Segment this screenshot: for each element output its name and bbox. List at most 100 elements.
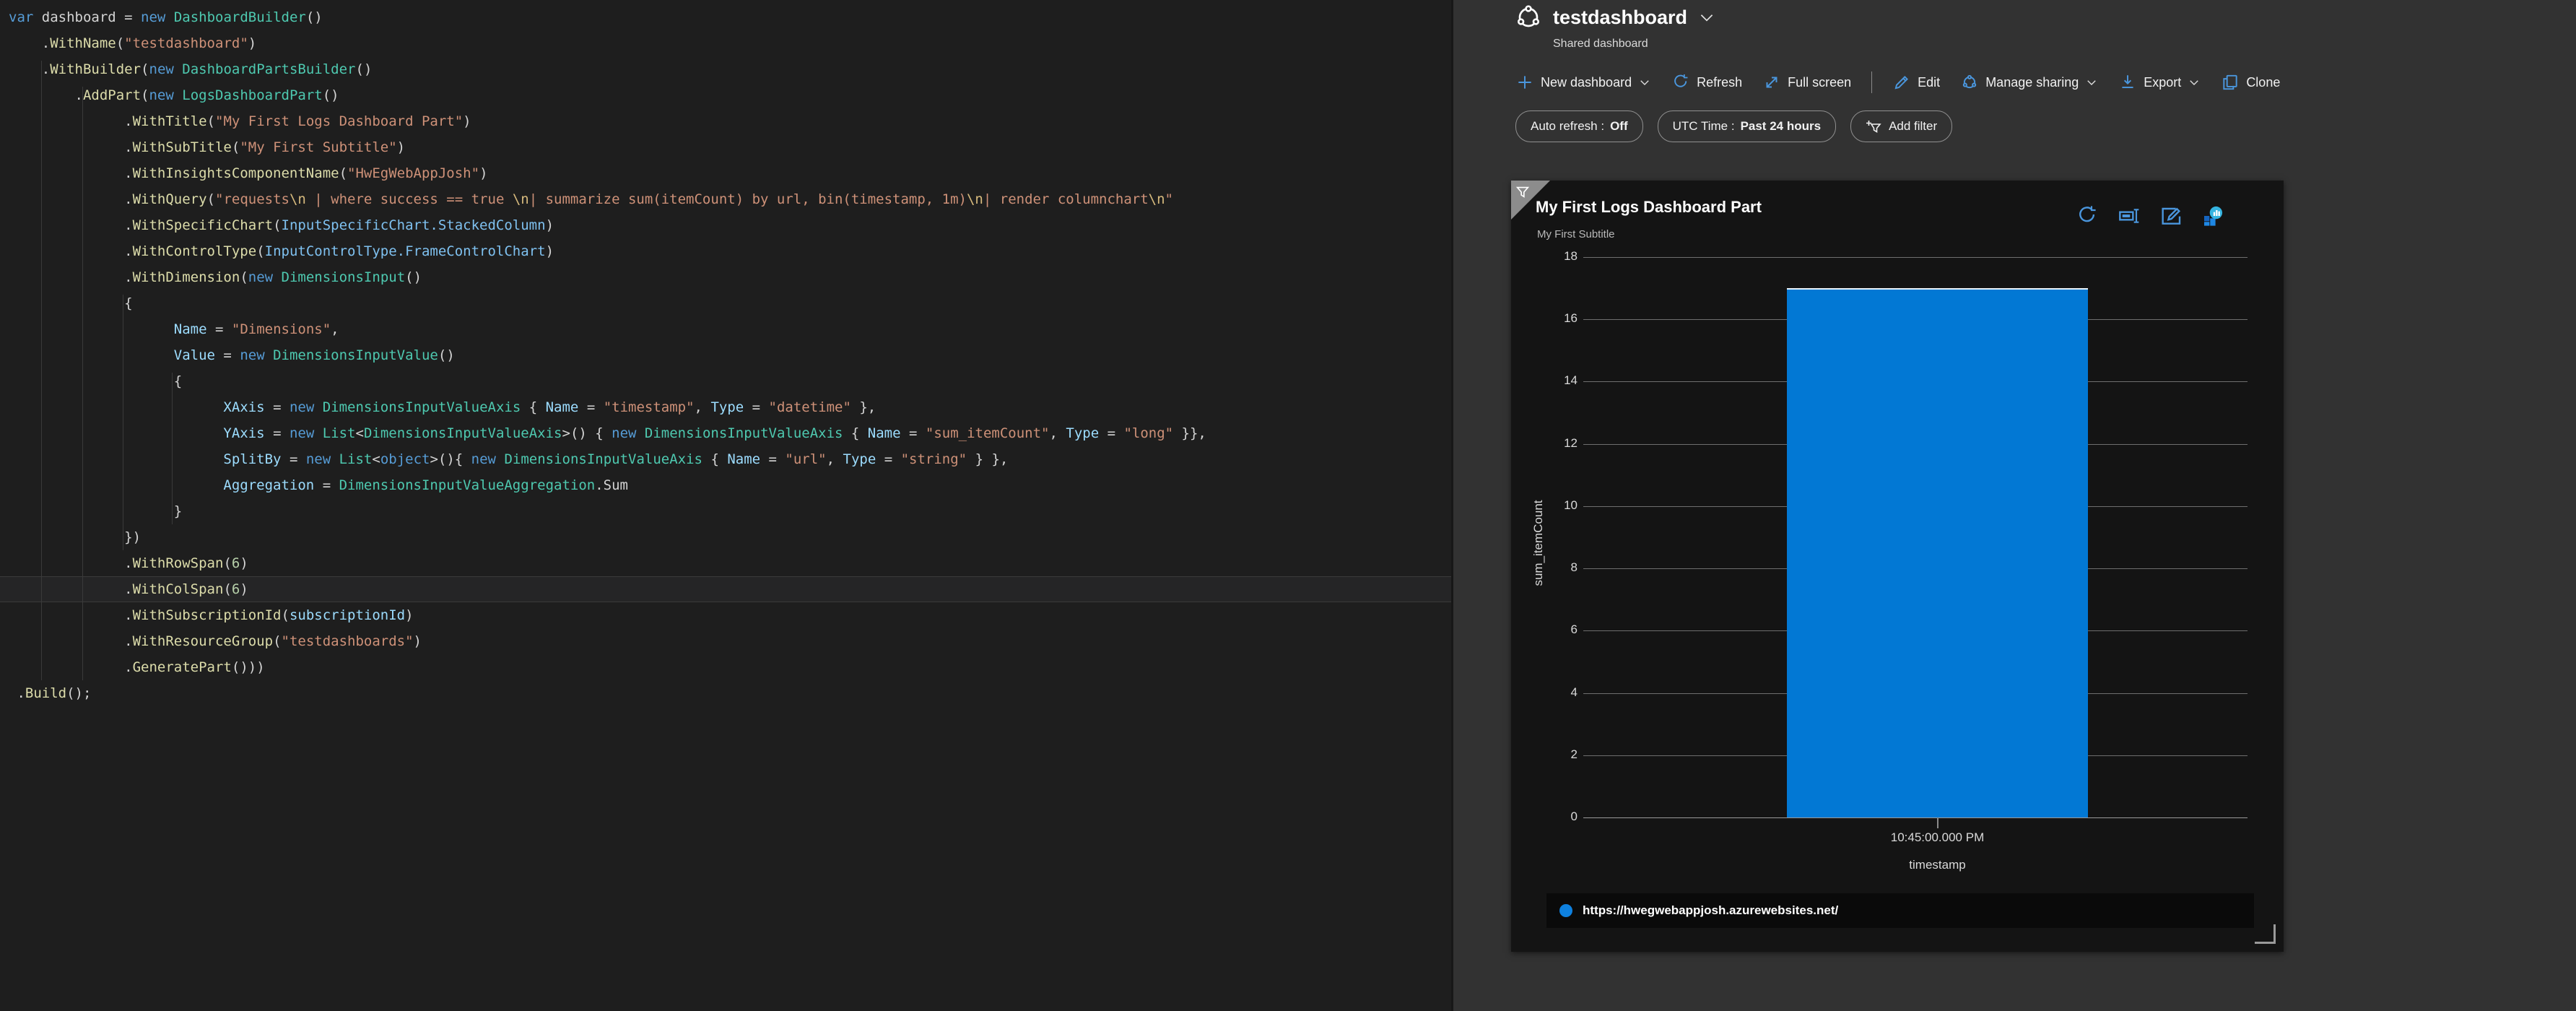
code-line[interactable]: .WithTitle("My First Logs Dashboard Part… — [0, 108, 1453, 134]
code-token: new — [290, 399, 314, 415]
dashboard-tile[interactable]: 181614121086420sum_itemCount10:45:00.000… — [1511, 181, 2284, 952]
toolbar-button-refresh[interactable]: Refresh — [1671, 73, 1742, 92]
code-line[interactable]: .WithDimension(new DimensionsInput() — [0, 264, 1453, 290]
code-token: " — [1165, 191, 1173, 207]
code-line[interactable]: .WithControlType(InputControlType.FrameC… — [0, 238, 1453, 264]
gridline — [1583, 817, 2248, 818]
chart-legend[interactable]: https://hwegwebappjosh.azurewebsites.net… — [1546, 893, 2254, 928]
code-token: ( — [273, 217, 281, 233]
code-token: WithDimension — [133, 269, 240, 285]
code-token: Type — [1066, 425, 1099, 441]
toolbar-button-full-screen[interactable]: Full screen — [1762, 73, 1851, 92]
code-line[interactable]: .WithInsightsComponentName("HwEgWebAppJo… — [0, 160, 1453, 186]
code-line[interactable]: .WithSubTitle("My First Subtitle") — [0, 134, 1453, 160]
toolbar-button-clone[interactable]: Clone — [2221, 73, 2280, 92]
code-token: ) — [240, 581, 248, 597]
filter-pill-add-filter[interactable]: Add filter — [1850, 110, 1952, 142]
code-token: = — [578, 399, 603, 415]
pill-label: Auto refresh : — [1531, 119, 1604, 134]
pencil-icon — [1892, 73, 1911, 92]
dashboard-panel: testdashboard Shared dashboard New dashb… — [1453, 0, 2576, 1011]
code-token: () — [405, 269, 422, 285]
chevron-down-icon[interactable] — [1697, 8, 1716, 27]
code-line[interactable]: .WithResourceGroup("testdashboards") — [0, 628, 1453, 654]
code-token: LogsDashboardPart — [182, 87, 322, 103]
toolbar-button-label: Refresh — [1697, 75, 1742, 90]
code-token: \n — [290, 191, 306, 207]
toolbar-button-new-dashboard[interactable]: New dashboard — [1515, 73, 1651, 92]
code-line[interactable]: .WithSpecificChart(InputSpecificChart.St… — [0, 212, 1453, 238]
code-token: | summarize sum(itemCount) by url, bin(t… — [529, 191, 967, 207]
toolbar-button-export[interactable]: Export — [2118, 73, 2201, 92]
filter-pill-utc-time[interactable]: UTC Time :Past 24 hours — [1658, 110, 1836, 142]
code-token: < — [356, 425, 364, 441]
code-line[interactable]: Aggregation = DimensionsInputValueAggreg… — [0, 472, 1453, 498]
indent-guide — [82, 87, 83, 680]
code-line[interactable]: .WithRowSpan(6) — [0, 550, 1453, 576]
code-line[interactable]: YAxis = new List<DimensionsInputValueAxi… — [0, 420, 1453, 446]
code-token: "HwEgWebAppJosh" — [347, 165, 479, 181]
chart-colored-icon[interactable] — [2201, 204, 2224, 227]
y-axis-tick-label: 0 — [1531, 810, 1578, 824]
code-line[interactable]: Value = new DimensionsInputValue() — [0, 342, 1453, 368]
refresh-icon[interactable] — [2076, 204, 2099, 227]
code-token: () — [356, 61, 373, 77]
dashboard-title[interactable]: testdashboard — [1553, 6, 1687, 29]
bar-10:45:00.000 PM[interactable] — [1787, 288, 2088, 817]
toolbar-button-label: Manage sharing — [1985, 75, 2079, 90]
toolbar-button-manage-sharing[interactable]: Manage sharing — [1960, 73, 2098, 92]
code-token: DashboardBuilder — [174, 9, 306, 25]
code-line[interactable]: } — [0, 498, 1453, 524]
code-line[interactable]: .WithColSpan(6) — [0, 576, 1453, 602]
code-line[interactable]: { — [0, 290, 1453, 316]
code-line[interactable]: .WithSubscriptionId(subscriptionId) — [0, 602, 1453, 628]
code-token: SplitBy — [223, 451, 281, 467]
code-token: | where success == true — [306, 191, 513, 207]
code-editor[interactable]: var dashboard = new DashboardBuilder() .… — [0, 0, 1453, 1011]
rename-icon[interactable] — [2118, 204, 2141, 227]
toolbar-button-edit[interactable]: Edit — [1892, 73, 1940, 92]
code-line[interactable]: .AddPart(new LogsDashboardPart() — [0, 82, 1453, 108]
code-token: ( — [256, 243, 264, 259]
code-token: }) — [9, 529, 141, 545]
code-token: DimensionsInputValueAxis — [364, 425, 562, 441]
indent-guide — [41, 61, 42, 680]
code-token: . — [9, 191, 133, 207]
code-line[interactable]: { — [0, 368, 1453, 394]
code-token — [174, 61, 182, 77]
code-token: List — [339, 451, 373, 467]
filter-pill-auto-refresh[interactable]: Auto refresh :Off — [1515, 110, 1643, 142]
edit-query-icon[interactable] — [2159, 204, 2183, 227]
tile-resize-handle[interactable] — [2255, 924, 2276, 944]
code-line[interactable]: .WithBuilder(new DashboardPartsBuilder() — [0, 56, 1453, 82]
code-token: ( — [232, 139, 240, 155]
code-line[interactable]: .WithName("testdashboard") — [0, 30, 1453, 56]
code-line[interactable]: }) — [0, 524, 1453, 550]
code-token: = — [265, 399, 290, 415]
funnel-icon — [1515, 184, 1531, 200]
code-line[interactable]: .GeneratePart())) — [0, 654, 1453, 680]
code-token: "sum_itemCount" — [926, 425, 1050, 441]
code-token: . — [9, 607, 133, 623]
code-token: DimensionsInputValueAggregation — [339, 477, 596, 493]
code-token: DimensionsInputValue — [273, 347, 438, 363]
code-token: ) — [546, 243, 554, 259]
code-line[interactable]: var dashboard = new DashboardBuilder() — [0, 4, 1453, 30]
code-token: () — [306, 9, 323, 25]
code-token: ( — [273, 633, 281, 649]
code-token: { — [521, 399, 545, 415]
code-token: WithSubscriptionId — [133, 607, 282, 623]
code-token: ) — [248, 35, 256, 51]
code-token: "Dimensions" — [232, 321, 331, 337]
code-line[interactable]: XAxis = new DimensionsInputValueAxis { N… — [0, 394, 1453, 420]
code-line[interactable]: .Build(); — [0, 680, 1453, 706]
code-line[interactable]: SplitBy = new List<object>(){ new Dimens… — [0, 446, 1453, 472]
code-line[interactable]: .WithQuery("requests\n | where success =… — [0, 186, 1453, 212]
code-token: . — [9, 165, 133, 181]
add-filter-icon — [1866, 118, 1883, 135]
code-token: new — [149, 87, 173, 103]
code-line[interactable]: Name = "Dimensions", — [0, 316, 1453, 342]
code-token: InputControlType.FrameControlChart — [265, 243, 546, 259]
code-token: . — [9, 35, 50, 51]
code-token: "testdashboards" — [282, 633, 414, 649]
